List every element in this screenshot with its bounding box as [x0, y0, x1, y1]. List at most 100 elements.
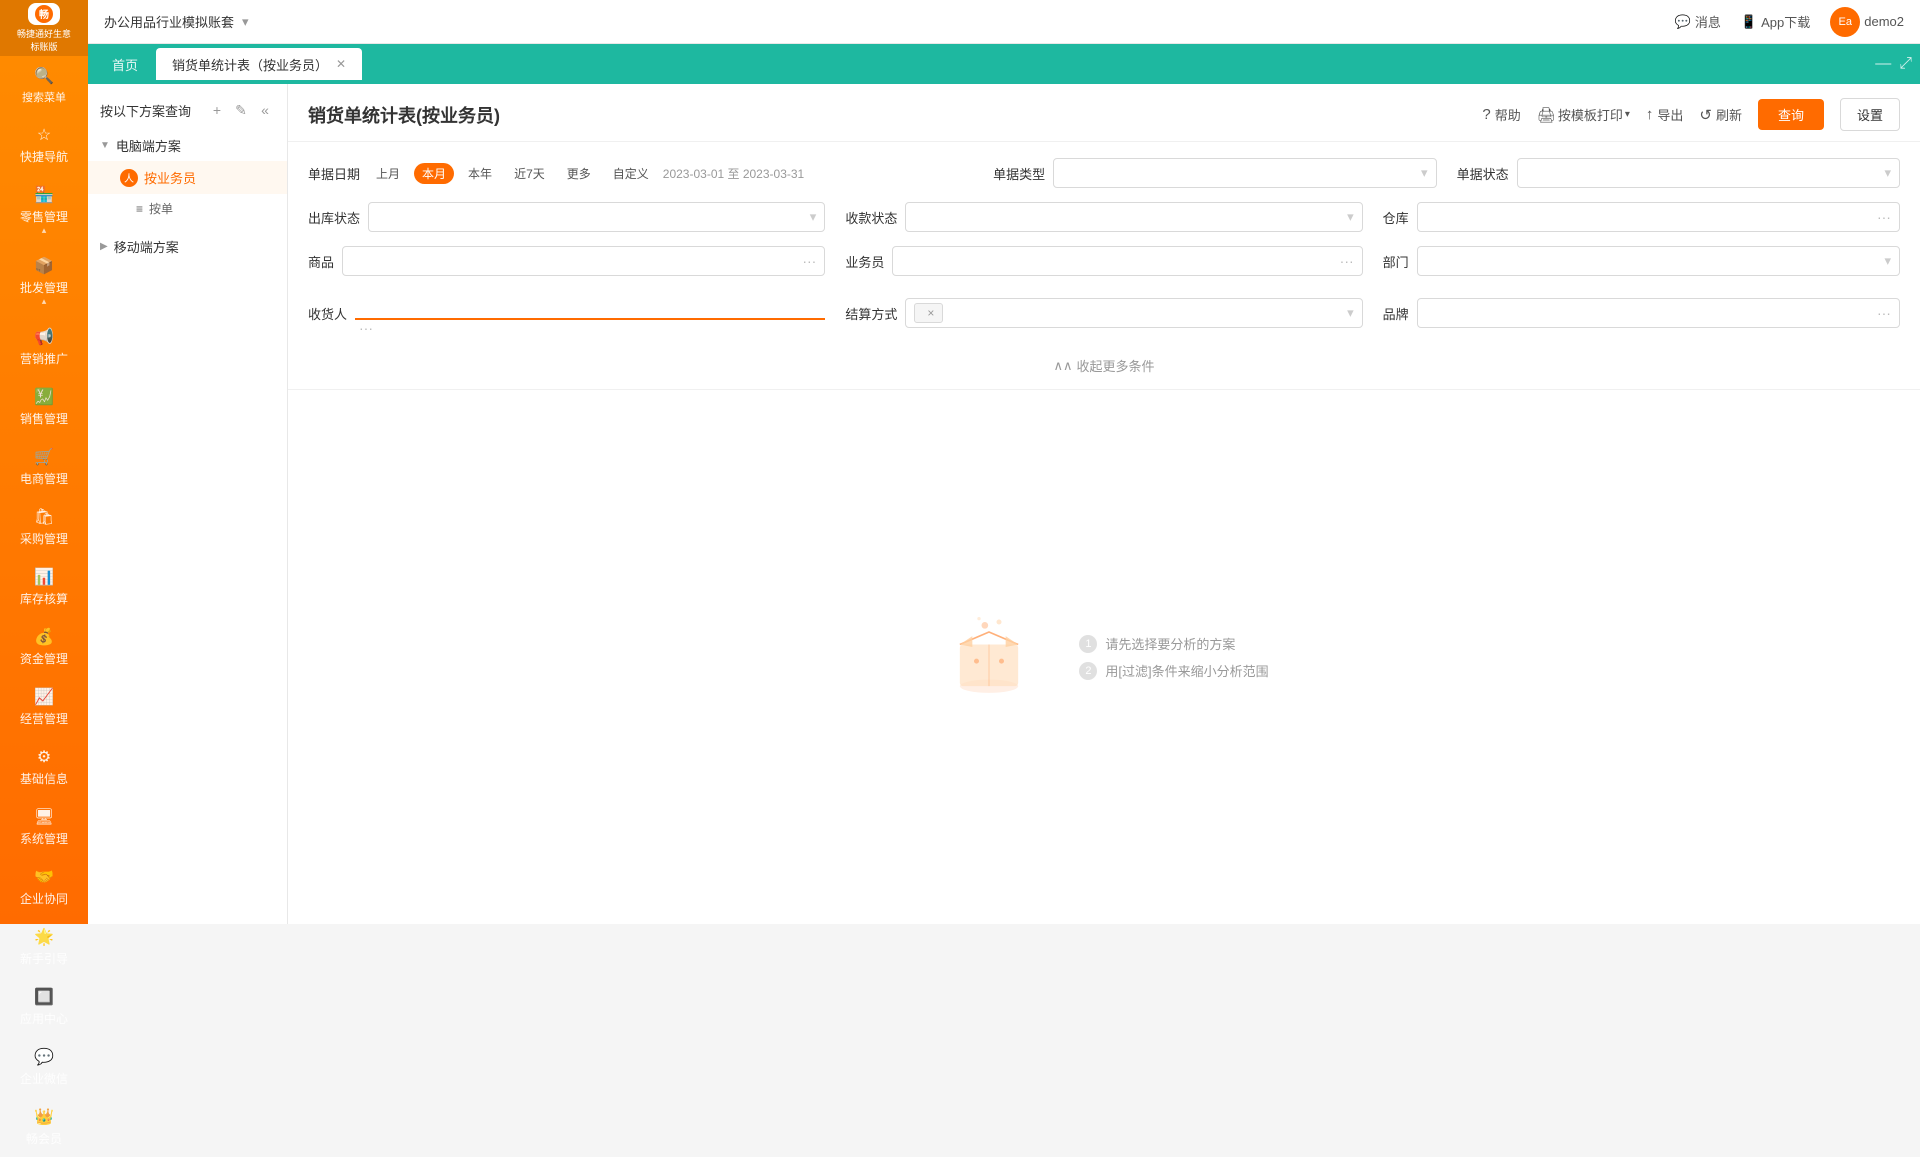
- topbar-dropdown-icon[interactable]: ▾: [242, 14, 249, 30]
- tabbar: 首页 销货单统计表（按业务员） ✕ — ⤢: [88, 44, 1920, 84]
- doc-status-dropdown-icon: ▾: [1884, 165, 1891, 181]
- refresh-button[interactable]: ↺ 刷新: [1699, 105, 1742, 124]
- settlement-dropdown-icon: ▾: [1347, 305, 1354, 321]
- date-this-month[interactable]: 本月: [414, 163, 454, 184]
- salesman-select[interactable]: ···: [892, 246, 1362, 276]
- logo-text: 畅捷通好生意 标账版: [17, 27, 71, 53]
- sidebar-item-finance[interactable]: 💰 资金管理: [0, 617, 88, 677]
- tab-maximize-icon[interactable]: ⤢: [1899, 55, 1912, 73]
- salesman-control: ···: [892, 246, 1362, 276]
- sidebar-item-sales[interactable]: 💹 销售管理: [0, 377, 88, 437]
- tab-home[interactable]: 首页: [96, 48, 154, 80]
- message-button[interactable]: 💬 消息: [1675, 12, 1721, 31]
- brand-more-icon[interactable]: ···: [1877, 305, 1891, 321]
- settings-button[interactable]: 设置: [1840, 98, 1900, 131]
- ecommerce-icon: 🛒: [34, 447, 54, 467]
- warehouse-more-icon[interactable]: ···: [1877, 209, 1891, 225]
- inventory-icon: 📊: [34, 567, 54, 587]
- search-menu-item[interactable]: 🔍 搜索菜单: [0, 56, 88, 115]
- sidebar-item-wechat[interactable]: 💬 企业微信: [0, 1037, 88, 1097]
- phone-icon: 📱: [1741, 14, 1757, 30]
- tab-close-icon[interactable]: ✕: [336, 57, 346, 71]
- delivery-label: 出库状态: [308, 208, 360, 227]
- system-icon: 🖥: [34, 807, 54, 827]
- sidebar-item-retail[interactable]: 🏪 零售管理 ▴: [0, 175, 88, 246]
- delivery-select[interactable]: ▾: [368, 202, 825, 232]
- date-7days[interactable]: 近7天: [506, 163, 553, 184]
- page-actions: ? 帮助 🖨 按模板打印 ▾ ↑ 导出 ↺ 刷新: [1482, 98, 1900, 131]
- group-mobile-icon: ▶: [100, 241, 108, 252]
- delivery-control: ▾: [368, 202, 825, 232]
- payment-select[interactable]: ▾: [905, 202, 1362, 232]
- scheme-collapse-button[interactable]: «: [255, 100, 275, 120]
- user-profile-button[interactable]: Ea demo2: [1830, 7, 1904, 37]
- enterprise-icon: 🤝: [34, 867, 54, 887]
- sidebar: 畅 畅捷通好生意 标账版 🔍 搜索菜单 ☆ 快捷导航 🏪 零售管理 ▴ 📦 批发…: [0, 0, 88, 924]
- brand-select[interactable]: ···: [1417, 298, 1900, 328]
- operation-icon: 📈: [34, 687, 54, 707]
- export-button[interactable]: ↑ 导出: [1646, 105, 1684, 124]
- goods-more-icon[interactable]: ···: [802, 253, 816, 269]
- sales-icon: 💹: [34, 387, 54, 407]
- sidebar-item-enterprise[interactable]: 🤝 企业协同: [0, 857, 88, 917]
- payment-label: 收款状态: [845, 208, 897, 227]
- collapse-more-button[interactable]: ∧∧ 收起更多条件: [308, 350, 1900, 381]
- sidebar-item-system[interactable]: 🖥 系统管理: [0, 797, 88, 857]
- warehouse-select[interactable]: ···: [1417, 202, 1900, 232]
- empty-tip-2: 2 用[过滤]条件来缩小分析范围: [1079, 661, 1268, 680]
- goods-label: 商品: [308, 252, 334, 271]
- filter-form: 单据日期 上月 本月 本年 近7天 更多 自定义 2023-03-01 至 20…: [288, 142, 1920, 390]
- sidebar-item-purchase[interactable]: 🛍 采购管理: [0, 497, 88, 557]
- salesman-more-icon[interactable]: ···: [1340, 253, 1354, 269]
- page-header: 销货单统计表(按业务员) ? 帮助 🖨 按模板打印 ▾ ↑ 导出: [288, 84, 1920, 142]
- doc-status-control: ▾: [1517, 158, 1900, 188]
- print-button[interactable]: 🖨 按模板打印 ▾: [1537, 105, 1630, 124]
- query-button[interactable]: 查询: [1758, 99, 1824, 130]
- settlement-select[interactable]: × ▾: [905, 298, 1362, 328]
- brand-control: ···: [1417, 298, 1900, 328]
- svg-text:畅: 畅: [39, 8, 49, 21]
- purchase-icon: 🛍: [34, 507, 54, 527]
- filter-row-4: 收货人 ··· 结算方式 ×: [308, 290, 1900, 336]
- scheme-group-desktop-header[interactable]: ▼ 电脑端方案: [88, 130, 287, 161]
- dept-dropdown-icon: ▾: [1884, 253, 1891, 269]
- date-more[interactable]: 更多: [559, 163, 599, 184]
- filter-row-2: 出库状态 ▾ 收款状态 ▾: [308, 202, 1900, 232]
- scheme-item-by-order[interactable]: ≡ 按单: [88, 194, 287, 223]
- doc-status-select[interactable]: ▾: [1517, 158, 1900, 188]
- help-button[interactable]: ? 帮助: [1482, 105, 1520, 124]
- date-last-month[interactable]: 上月: [368, 163, 408, 184]
- group-expand-icon: ▼: [100, 140, 110, 151]
- scheme-add-button[interactable]: +: [207, 100, 227, 120]
- doc-type-control: ▾: [1053, 158, 1436, 188]
- app-download-button[interactable]: 📱 App下载: [1741, 12, 1810, 31]
- sidebar-logo: 畅 畅捷通好生意 标账版: [0, 0, 88, 56]
- doc-type-label: 单据类型: [993, 164, 1045, 183]
- goods-select[interactable]: ···: [342, 246, 825, 276]
- sidebar-item-basic[interactable]: ⚙ 基础信息: [0, 737, 88, 797]
- sidebar-item-member[interactable]: 👑 畅会员: [0, 1097, 88, 1157]
- doc-type-select[interactable]: ▾: [1053, 158, 1436, 188]
- sidebar-item-newbie[interactable]: 🌟 新手引导: [0, 917, 88, 977]
- empty-tip-1: 1 请先选择要分析的方案: [1079, 634, 1268, 653]
- sidebar-item-ecommerce[interactable]: 🛒 电商管理: [0, 437, 88, 497]
- scheme-group-mobile-header[interactable]: ▶ 移动端方案: [88, 231, 287, 262]
- filter-row-3: 商品 ··· 业务员 ···: [308, 246, 1900, 276]
- date-custom[interactable]: 自定义: [605, 163, 657, 184]
- scheme-item-by-salesman[interactable]: 人 按业务员: [88, 161, 287, 194]
- sidebar-item-operation[interactable]: 📈 经营管理: [0, 677, 88, 737]
- date-this-year[interactable]: 本年: [460, 163, 500, 184]
- sidebar-item-inventory[interactable]: 📊 库存核算: [0, 557, 88, 617]
- recipient-input[interactable]: [355, 290, 825, 320]
- scheme-edit-button[interactable]: ✎: [231, 100, 251, 120]
- tab-minimize-icon[interactable]: —: [1875, 55, 1891, 73]
- tab-sales-stat[interactable]: 销货单统计表（按业务员） ✕: [156, 48, 362, 80]
- dept-select[interactable]: ▾: [1417, 246, 1900, 276]
- settlement-tag-close[interactable]: ×: [927, 306, 934, 320]
- sidebar-item-appstore[interactable]: 🔲 应用中心: [0, 977, 88, 1037]
- sidebar-item-wholesale[interactable]: 📦 批发管理 ▴: [0, 246, 88, 317]
- sidebar-item-marketing[interactable]: 📢 营销推广: [0, 317, 88, 377]
- quick-nav-item[interactable]: ☆ 快捷导航: [0, 115, 88, 175]
- recipient-more-icon[interactable]: ···: [359, 320, 373, 336]
- scheme-group-mobile: ▶ 移动端方案: [88, 227, 287, 266]
